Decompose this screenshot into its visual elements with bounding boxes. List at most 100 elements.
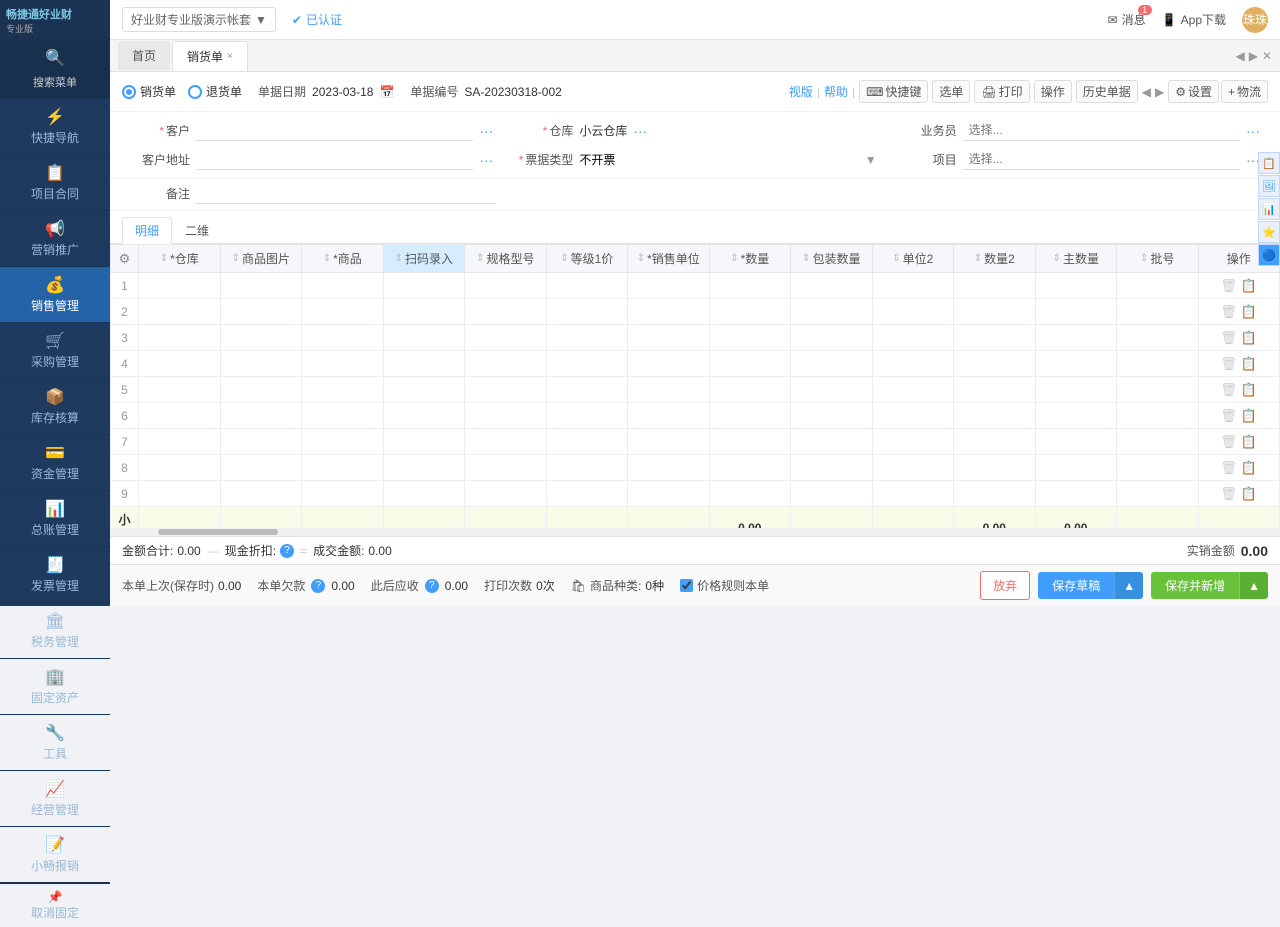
cell[interactable] [954, 429, 1036, 455]
th-sales-unit[interactable]: ⇕*销售单位 [628, 245, 710, 273]
cell[interactable] [791, 481, 873, 507]
cell[interactable] [383, 403, 465, 429]
cell[interactable] [465, 377, 547, 403]
rp-btn-1[interactable]: 📋 [1258, 152, 1280, 174]
th-main-qty[interactable]: ⇕主数量 [1035, 245, 1117, 273]
copy-icon[interactable]: 📋 [1239, 408, 1259, 423]
calendar-icon[interactable]: 📅 [379, 85, 394, 99]
cell[interactable] [383, 351, 465, 377]
cell[interactable] [709, 403, 791, 429]
th-qty2[interactable]: ⇕数量2 [954, 245, 1036, 273]
cell[interactable] [954, 377, 1036, 403]
radio-return-order[interactable]: 退货单 [188, 83, 242, 100]
cell[interactable] [383, 429, 465, 455]
tab-close-all-icon[interactable]: ✕ [1262, 49, 1272, 63]
project-input[interactable] [963, 149, 1240, 170]
sidebar-item-search[interactable]: 🔍 搜索菜单 [0, 40, 110, 99]
help-icon[interactable]: ? [280, 544, 294, 558]
cell[interactable] [383, 481, 465, 507]
cell[interactable] [1035, 429, 1117, 455]
sidebar-item-purchase[interactable]: 🛒 采购管理 [0, 323, 110, 379]
cell[interactable] [546, 351, 628, 377]
select-btn[interactable]: 选单 [932, 80, 970, 103]
cell[interactable] [628, 299, 710, 325]
cell[interactable] [628, 481, 710, 507]
cell[interactable] [546, 481, 628, 507]
cell[interactable] [546, 403, 628, 429]
sidebar-item-quick[interactable]: ⚡ 快捷导航 [0, 99, 110, 155]
cell[interactable] [1117, 325, 1199, 351]
copy-icon[interactable]: 📋 [1239, 486, 1259, 501]
cell[interactable] [1117, 429, 1199, 455]
cell[interactable] [709, 325, 791, 351]
cell[interactable] [1035, 455, 1117, 481]
cell[interactable] [791, 351, 873, 377]
cell[interactable] [302, 481, 384, 507]
cell[interactable] [954, 481, 1036, 507]
cell[interactable] [1117, 481, 1199, 507]
cell[interactable] [954, 351, 1036, 377]
cell[interactable] [1035, 351, 1117, 377]
copy-icon[interactable]: 📋 [1239, 382, 1259, 397]
cell[interactable] [383, 455, 465, 481]
customer-dots[interactable]: ··· [479, 123, 493, 139]
tab-next-icon[interactable]: ▶ [1249, 49, 1258, 63]
cell[interactable] [139, 429, 221, 455]
cell[interactable] [302, 377, 384, 403]
cell[interactable] [872, 325, 954, 351]
customer-address-input[interactable] [196, 149, 473, 170]
cell[interactable] [1035, 325, 1117, 351]
cell[interactable] [546, 325, 628, 351]
table-wrap[interactable]: ⚙ ⇕*仓库 ⇕商品图片 ⇕*商品 ⇕扫码录入 ⇕规格型号 ⇕等级1价 ⇕*销售… [110, 244, 1280, 528]
cell[interactable] [220, 377, 302, 403]
sidebar-item-inventory[interactable]: 📦 库存核算 [0, 379, 110, 435]
delete-icon[interactable]: 🗑 [1218, 460, 1239, 475]
delete-icon[interactable]: 🗑 [1218, 382, 1239, 397]
sidebar-item-invoice[interactable]: 🧾 发票管理 [0, 547, 110, 603]
tab-prev-icon[interactable]: ◀ [1235, 49, 1244, 63]
cell[interactable] [791, 325, 873, 351]
cell[interactable] [954, 403, 1036, 429]
help-btn[interactable]: 帮助 [824, 83, 848, 100]
cell[interactable] [791, 455, 873, 481]
cell[interactable] [465, 403, 547, 429]
sidebar-item-funds[interactable]: 💳 资金管理 [0, 435, 110, 491]
copy-icon[interactable]: 📋 [1239, 434, 1259, 449]
sidebar-item-report[interactable]: 📝 小畅报销 [0, 827, 110, 883]
nav-prev-icon[interactable]: ◀ [1142, 85, 1151, 99]
cell[interactable] [954, 325, 1036, 351]
user-avatar[interactable]: 珠珠 [1242, 7, 1268, 33]
cell[interactable] [1035, 481, 1117, 507]
delete-icon[interactable]: 🗑 [1218, 330, 1239, 345]
cell[interactable] [628, 351, 710, 377]
cell[interactable] [709, 273, 791, 299]
debt-help-icon[interactable]: ? [311, 579, 325, 593]
cell[interactable] [954, 273, 1036, 299]
cell[interactable] [791, 403, 873, 429]
cell[interactable] [465, 429, 547, 455]
operate-btn[interactable]: 操作 [1034, 80, 1072, 103]
cell[interactable] [1035, 273, 1117, 299]
sidebar-item-fixed[interactable]: 🏢 固定资产 [0, 659, 110, 715]
sidebar-item-project[interactable]: 📋 项目合同 [0, 155, 110, 211]
cell[interactable] [709, 377, 791, 403]
cell[interactable] [1035, 377, 1117, 403]
delete-icon[interactable]: 🗑 [1218, 356, 1239, 371]
cell[interactable] [1117, 455, 1199, 481]
copy-icon[interactable]: 📋 [1239, 304, 1259, 319]
copy-icon[interactable]: 📋 [1239, 356, 1259, 371]
cell[interactable] [220, 273, 302, 299]
remark-input[interactable] [196, 183, 496, 204]
cell[interactable] [872, 481, 954, 507]
cell[interactable] [872, 429, 954, 455]
print-btn[interactable]: 🖨 打印 [974, 80, 1029, 103]
th-quantity[interactable]: ⇕*数量 [709, 245, 791, 273]
sidebar-item-sales[interactable]: 💰 销售管理 [0, 267, 110, 323]
cell[interactable] [139, 325, 221, 351]
th-batch[interactable]: ⇕批号 [1117, 245, 1199, 273]
tab-sales-order[interactable]: 销货单 × [172, 41, 248, 71]
cell[interactable] [139, 351, 221, 377]
delete-icon[interactable]: 🗑 [1218, 304, 1239, 319]
rp-btn-2[interactable]: 🖼 [1258, 175, 1280, 197]
company-selector[interactable]: 好业财专业版演示帐套 ▼ [122, 7, 276, 32]
